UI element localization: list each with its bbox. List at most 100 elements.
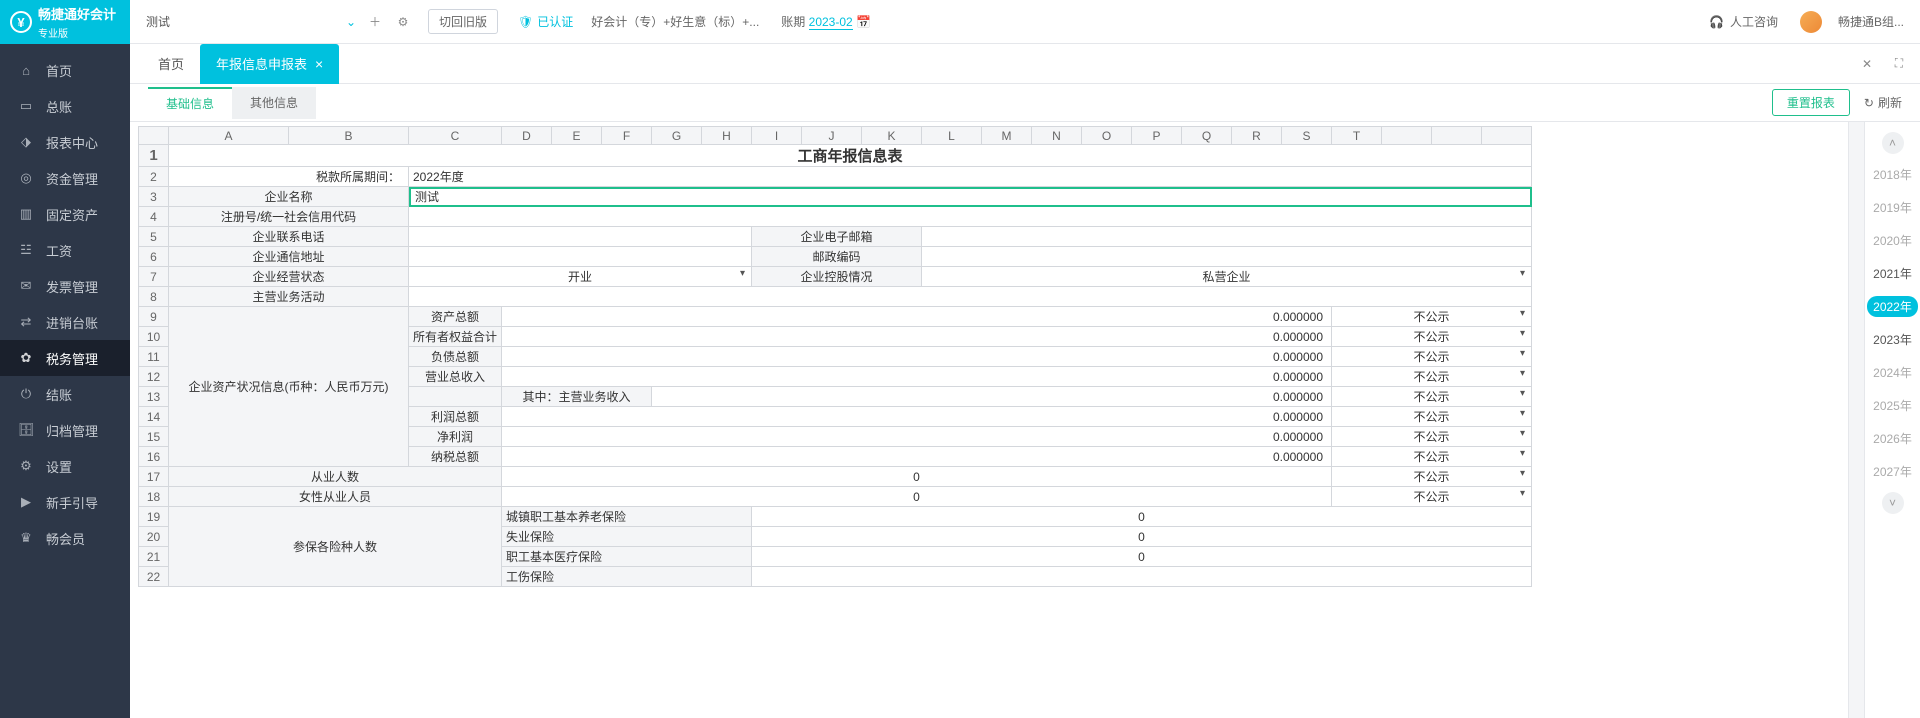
input[interactable] (409, 247, 752, 267)
label[interactable]: 企业联系电话 (169, 227, 409, 247)
input[interactable]: 0.000000 (502, 447, 1332, 467)
row-header[interactable]: 15 (139, 427, 169, 447)
col-header[interactable]: C (409, 127, 502, 145)
year-up-icon[interactable]: ˄ (1882, 132, 1904, 154)
close-icon[interactable]: × (315, 56, 323, 72)
col-header[interactable]: T (1332, 127, 1382, 145)
label[interactable]: 女性从业人员 (169, 487, 502, 507)
year-2022年[interactable]: 2022年 (1867, 296, 1918, 317)
label[interactable]: 城镇职工基本养老保险 (502, 507, 752, 527)
input[interactable]: 0.000000 (502, 427, 1332, 447)
input[interactable]: 0.000000 (502, 407, 1332, 427)
input[interactable]: 0.000000 (502, 347, 1332, 367)
row-header[interactable]: 17 (139, 467, 169, 487)
nav-item-4[interactable]: ▥固定资产 (0, 196, 130, 232)
row-header[interactable]: 6 (139, 247, 169, 267)
spreadsheet[interactable]: ABCDEFGHIJKLMNOPQRST1工商年报信息表2税款所属期间：2022… (138, 126, 1532, 587)
nav-item-9[interactable]: ⏻结账 (0, 376, 130, 412)
label[interactable]: 参保各险种人数 (169, 507, 502, 587)
select[interactable]: 不公示 (1332, 367, 1532, 387)
sheet-area[interactable]: ABCDEFGHIJKLMNOPQRST1工商年报信息表2税款所属期间：2022… (130, 122, 1848, 718)
select[interactable]: 不公示 (1332, 347, 1532, 367)
avatar[interactable] (1800, 11, 1822, 33)
select[interactable]: 开业 (409, 267, 752, 287)
select[interactable]: 私营企业 (922, 267, 1532, 287)
label[interactable]: 邮政编码 (752, 247, 922, 267)
label[interactable]: 失业保险 (502, 527, 752, 547)
label[interactable]: 其中：主营业务收入 (502, 387, 652, 407)
select[interactable]: 不公示 (1332, 387, 1532, 407)
row-header[interactable]: 2 (139, 167, 169, 187)
period-value[interactable]: 2023-02 (809, 15, 853, 30)
col-header[interactable]: Q (1182, 127, 1232, 145)
label[interactable]: 主营业务活动 (169, 287, 409, 307)
row-header[interactable]: 13 (139, 387, 169, 407)
year-2023年[interactable]: 2023年 (1867, 329, 1918, 350)
row-header[interactable]: 18 (139, 487, 169, 507)
label[interactable]: 企业电子邮箱 (752, 227, 922, 247)
label[interactable]: 营业总收入 (409, 367, 502, 387)
input[interactable]: 0 (502, 487, 1332, 507)
col-header[interactable]: N (1032, 127, 1082, 145)
row-header[interactable]: 21 (139, 547, 169, 567)
reset-button[interactable]: 重置报表 (1772, 89, 1850, 116)
col-header[interactable]: M (982, 127, 1032, 145)
select[interactable]: 不公示 (1332, 487, 1532, 507)
row-header[interactable]: 4 (139, 207, 169, 227)
input[interactable]: 0 (752, 507, 1532, 527)
tab-annual-report[interactable]: 年报信息申报表× (200, 44, 339, 84)
nav-item-6[interactable]: ✉发票管理 (0, 268, 130, 304)
input[interactable]: 0 (752, 547, 1532, 567)
label[interactable]: 利润总额 (409, 407, 502, 427)
nav-item-3[interactable]: ◎资金管理 (0, 160, 130, 196)
label[interactable]: 注册号/统一社会信用代码 (169, 207, 409, 227)
row-header[interactable]: 11 (139, 347, 169, 367)
year-2024年[interactable]: 2024年 (1867, 362, 1918, 383)
company-selector[interactable]: 测试 ⌄ (146, 13, 356, 30)
label[interactable]: 所有者权益合计 (409, 327, 502, 347)
nav-item-12[interactable]: ▶新手引导 (0, 484, 130, 520)
nav-item-8[interactable]: ✿税务管理 (0, 340, 130, 376)
input[interactable] (922, 247, 1532, 267)
cell[interactable] (409, 387, 502, 407)
switch-old-button[interactable]: 切回旧版 (428, 9, 498, 34)
gear-icon[interactable]: ⚙ (394, 13, 412, 31)
col-header[interactable]: A (169, 127, 289, 145)
row-header[interactable]: 12 (139, 367, 169, 387)
row-header[interactable]: 14 (139, 407, 169, 427)
row-header[interactable]: 22 (139, 567, 169, 587)
col-header[interactable]: E (552, 127, 602, 145)
input[interactable]: 0 (752, 527, 1532, 547)
label[interactable]: 企业控股情况 (752, 267, 922, 287)
scrollbar-v[interactable] (1848, 122, 1864, 718)
input[interactable] (922, 227, 1532, 247)
support-link[interactable]: 🎧人工咨询 (1709, 13, 1778, 30)
select[interactable]: 不公示 (1332, 407, 1532, 427)
year-down-icon[interactable]: ˅ (1882, 492, 1904, 514)
refresh-button[interactable]: ↻刷新 (1864, 94, 1902, 111)
year-2021年[interactable]: 2021年 (1867, 263, 1918, 284)
year-2026年[interactable]: 2026年 (1867, 428, 1918, 449)
row-header[interactable]: 8 (139, 287, 169, 307)
col-header[interactable]: H (702, 127, 752, 145)
row-header[interactable]: 10 (139, 327, 169, 347)
close-all-icon[interactable]: ✕ (1858, 55, 1876, 73)
nav-item-7[interactable]: ⇄进销台账 (0, 304, 130, 340)
select[interactable]: 不公示 (1332, 327, 1532, 347)
col-header[interactable]: L (922, 127, 982, 145)
nav-item-5[interactable]: ☳工资 (0, 232, 130, 268)
select[interactable]: 不公示 (1332, 447, 1532, 467)
input[interactable] (752, 567, 1532, 587)
input[interactable]: 0 (502, 467, 1332, 487)
input[interactable] (409, 207, 1532, 227)
col-header[interactable]: J (802, 127, 862, 145)
col-header[interactable]: S (1282, 127, 1332, 145)
tab-home[interactable]: 首页 (142, 44, 200, 84)
label[interactable]: 净利润 (409, 427, 502, 447)
label[interactable]: 资产总额 (409, 307, 502, 327)
nav-item-0[interactable]: ⌂首页 (0, 52, 130, 88)
col-header[interactable]: F (602, 127, 652, 145)
nav-item-2[interactable]: ⬗报表中心 (0, 124, 130, 160)
label[interactable]: 纳税总额 (409, 447, 502, 467)
label[interactable]: 工伤保险 (502, 567, 752, 587)
